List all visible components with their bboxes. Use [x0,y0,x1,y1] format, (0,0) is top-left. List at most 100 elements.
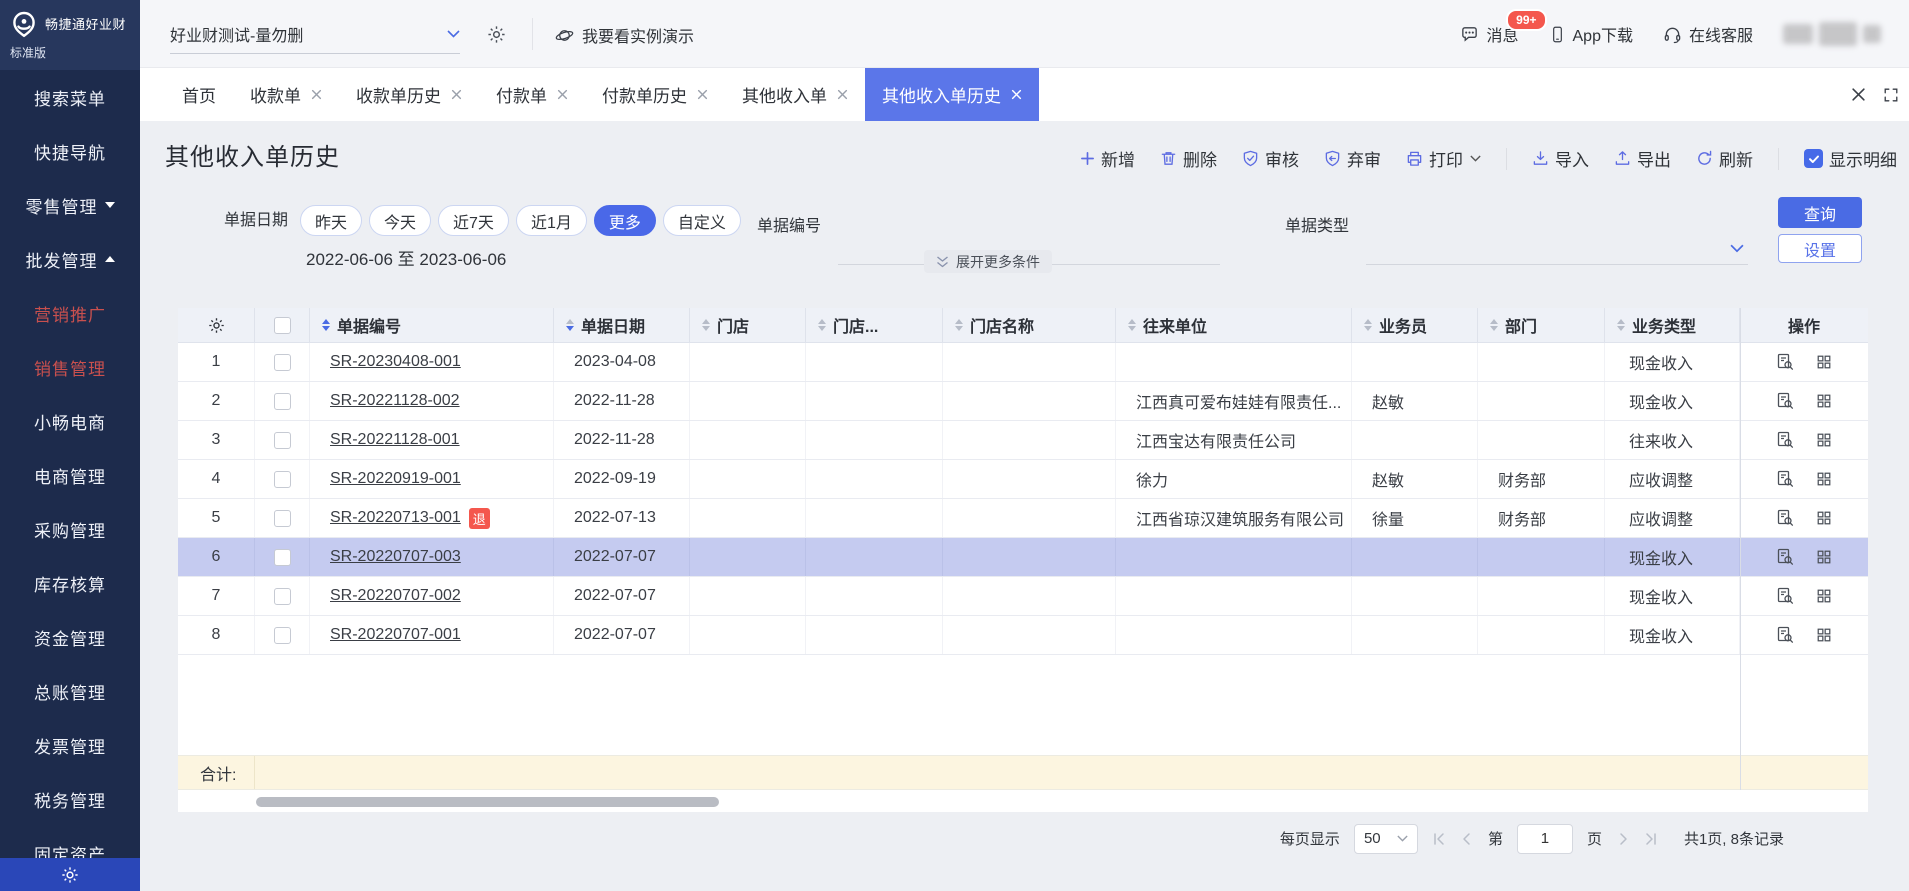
related-docs-grid-icon[interactable] [1816,549,1832,565]
per-page-select[interactable]: 50 [1353,823,1418,854]
table-row[interactable]: 6 SR-20220707-003 2022-07-07 现金收入 [178,538,1868,577]
doc-no-link[interactable]: SR-20220919-001 [330,470,461,488]
table-row[interactable]: 2 SR-20221128-002 2022-11-28 江西真可爱布娃娃有限责任..… [178,382,1868,421]
sidebar-item-2[interactable]: 零售管理 [0,178,140,232]
show-detail-toggle[interactable]: 显示明细 [1804,146,1897,171]
sidebar-item-6[interactable]: 小畅电商 [0,394,140,448]
column-header-7[interactable]: 部门 [1478,308,1605,342]
messages-button[interactable]: 消息 99+ [1460,9,1547,46]
row-checkbox[interactable] [273,431,291,449]
doc-no-link[interactable]: SR-20220707-003 [330,548,461,566]
settings-gear-icon[interactable] [487,25,506,44]
close-tab-icon[interactable] [557,89,568,100]
tab-3[interactable]: 付款单 [479,68,585,121]
page-number-input[interactable] [1516,823,1573,854]
next-page-icon[interactable] [1616,832,1630,846]
doc-type-select[interactable] [1366,233,1748,265]
related-docs-grid-icon[interactable] [1816,471,1832,487]
sort-icon[interactable] [1490,319,1498,331]
column-settings-gear-icon[interactable] [178,308,255,342]
sort-icon[interactable] [818,319,826,331]
view-document-icon[interactable] [1776,587,1794,605]
tab-6[interactable]: 其他收入单历史 [865,68,1039,121]
column-header-0[interactable]: 单据编号 [310,308,554,342]
first-page-icon[interactable] [1432,832,1446,846]
sidebar-item-1[interactable]: 快捷导航 [0,124,140,178]
sidebar-item-10[interactable]: 资金管理 [0,610,140,664]
sidebar-item-4[interactable]: 营销推广 [0,286,140,340]
related-docs-grid-icon[interactable] [1816,432,1832,448]
sidebar-item-8[interactable]: 采购管理 [0,502,140,556]
last-page-icon[interactable] [1644,832,1658,846]
doc-no-link[interactable]: SR-20220707-002 [330,587,461,605]
sidebar-item-3[interactable]: 批发管理 [0,232,140,286]
view-document-icon[interactable] [1776,470,1794,488]
horizontal-scrollbar[interactable] [256,797,719,807]
prev-page-icon[interactable] [1460,832,1474,846]
import-button[interactable]: 导入 [1532,146,1589,171]
add-button[interactable]: 新增 [1080,146,1135,171]
doc-no-link[interactable]: SR-20221128-002 [330,392,460,410]
table-row[interactable]: 3 SR-20221128-001 2022-11-28 江西宝达有限责任公司 往来收入 [178,421,1868,460]
select-all-checkbox[interactable] [273,316,291,334]
table-row[interactable]: 8 SR-20220707-001 2022-07-07 现金收入 [178,616,1868,655]
row-checkbox[interactable] [273,587,291,605]
row-checkbox[interactable] [273,392,291,410]
column-header-1[interactable]: 单据日期 [554,308,690,342]
close-tab-icon[interactable] [837,89,848,100]
sort-icon[interactable] [1128,319,1136,331]
column-header-4[interactable]: 门店名称 [943,308,1116,342]
audit-button[interactable]: 审核 [1242,146,1299,171]
sidebar-settings-button[interactable] [0,858,140,891]
date-range-value[interactable]: 2022-06-06 至 2023-06-06 [306,245,506,270]
close-tab-icon[interactable] [311,89,322,100]
column-header-2[interactable]: 门店 [690,308,806,342]
tab-4[interactable]: 付款单历史 [585,68,725,121]
view-document-icon[interactable] [1776,509,1794,527]
column-header-6[interactable]: 业务员 [1352,308,1478,342]
related-docs-grid-icon[interactable] [1816,354,1832,370]
refresh-button[interactable]: 刷新 [1696,146,1753,171]
row-checkbox[interactable] [273,470,291,488]
export-button[interactable]: 导出 [1614,146,1671,171]
row-checkbox[interactable] [273,509,291,527]
related-docs-grid-icon[interactable] [1816,510,1832,526]
row-checkbox[interactable] [273,548,291,566]
sort-icon[interactable] [1617,319,1625,331]
related-docs-grid-icon[interactable] [1816,393,1832,409]
view-document-icon[interactable] [1776,626,1794,644]
app-download-button[interactable]: App下载 [1549,22,1633,46]
sort-icon[interactable] [702,319,710,331]
org-selector[interactable]: 好业财测试-量勿删 [170,14,460,54]
table-row[interactable]: 5 SR-20220713-001 退 2022-07-13 江西省琼汉建筑服务有限公司… [178,499,1868,538]
sidebar-item-9[interactable]: 库存核算 [0,556,140,610]
user-name-blurred[interactable] [1783,21,1881,47]
table-row[interactable]: 4 SR-20220919-001 2022-09-19 徐力 赵敏 财务部 应收调整 [178,460,1868,499]
column-header-8[interactable]: 业务类型 [1605,308,1740,342]
tab-2[interactable]: 收款单历史 [339,68,479,121]
sidebar-item-7[interactable]: 电商管理 [0,448,140,502]
date-preset-2[interactable]: 近7天 [438,205,509,236]
fullscreen-icon[interactable] [1883,87,1899,103]
date-preset-0[interactable]: 昨天 [300,205,363,236]
tab-1[interactable]: 收款单 [233,68,339,121]
doc-no-link[interactable]: SR-20220707-001 [330,626,461,644]
delete-button[interactable]: 删除 [1160,146,1217,171]
doc-no-link[interactable]: SR-20230408-001 [330,353,461,371]
date-preset-1[interactable]: 今天 [369,205,432,236]
close-tab-icon[interactable] [697,89,708,100]
sort-icon[interactable] [322,319,330,331]
column-header-5[interactable]: 往来单位 [1116,308,1352,342]
close-tab-icon[interactable] [1011,89,1022,100]
tab-5[interactable]: 其他收入单 [725,68,865,121]
column-header-3[interactable]: 门店... [806,308,943,342]
date-preset-4[interactable]: 更多 [593,205,656,236]
date-preset-5[interactable]: 自定义 [662,205,741,236]
doc-no-link[interactable]: SR-20221128-001 [330,431,460,449]
related-docs-grid-icon[interactable] [1816,588,1832,604]
print-button[interactable]: 打印 [1406,146,1481,171]
table-row[interactable]: 1 SR-20230408-001 2023-04-08 现金收入 [178,343,1868,382]
close-tab-icon[interactable] [451,89,462,100]
sidebar-item-13[interactable]: 税务管理 [0,772,140,826]
online-support-button[interactable]: 在线客服 [1663,22,1753,46]
